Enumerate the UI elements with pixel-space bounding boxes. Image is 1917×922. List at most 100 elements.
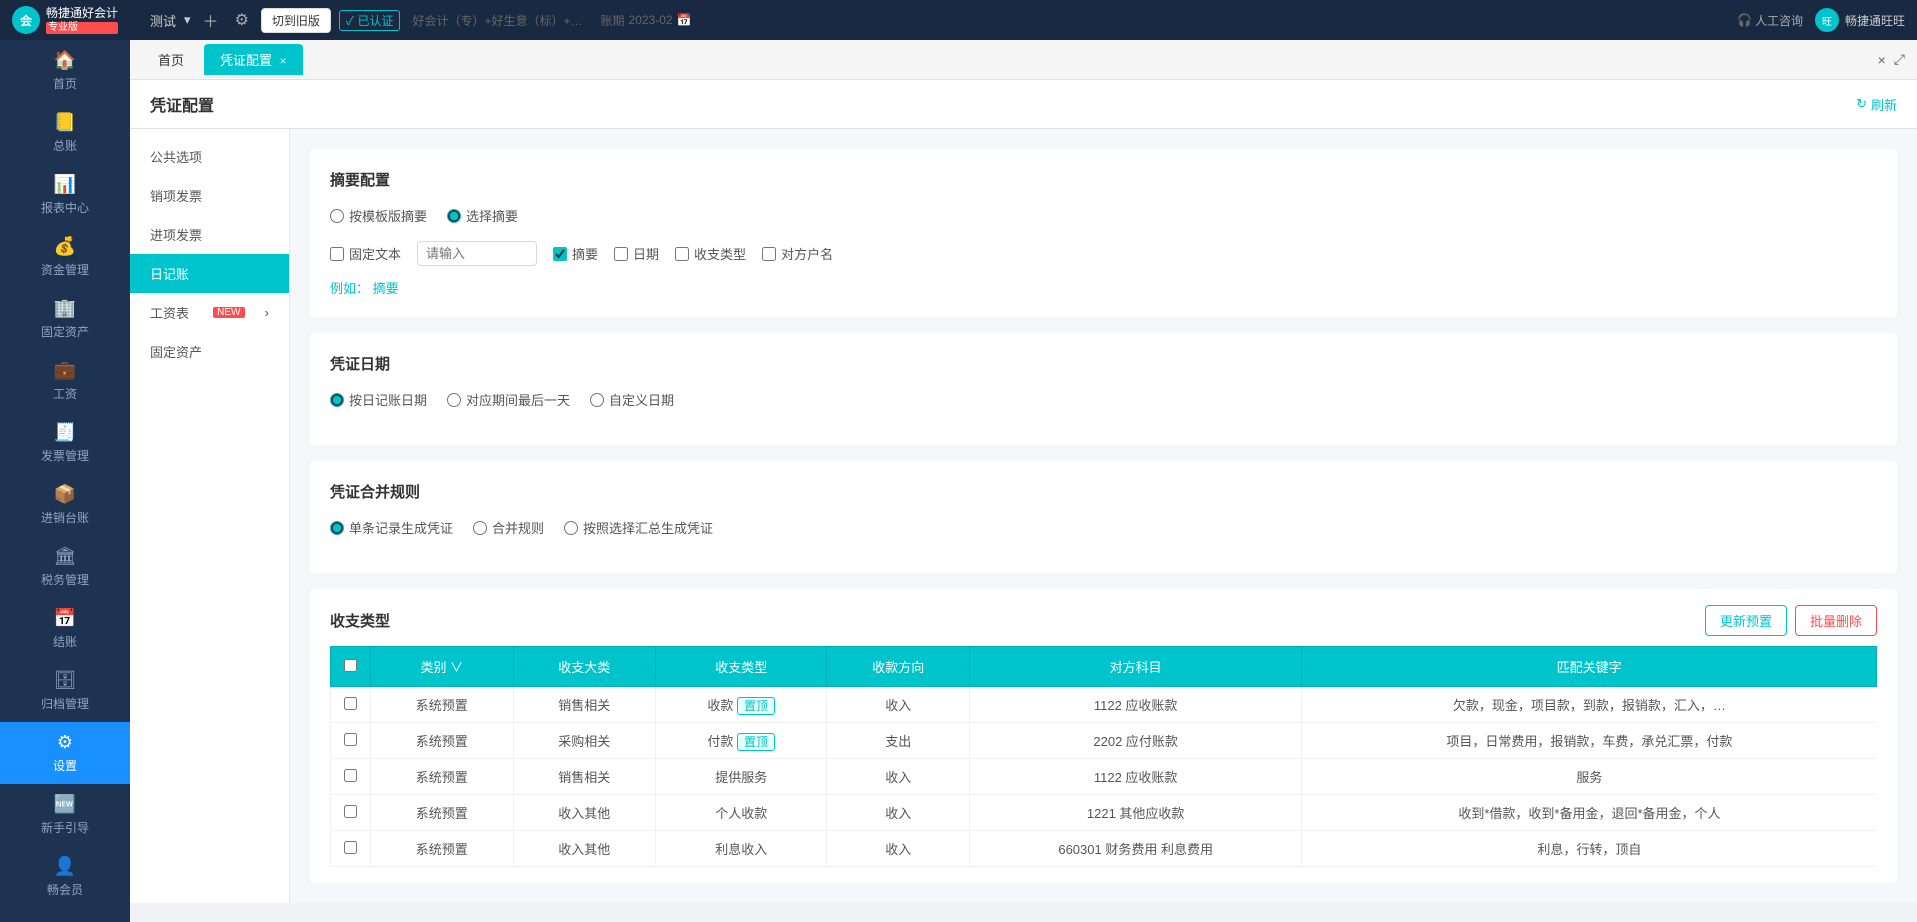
left-nav-public[interactable]: 公共选项 (130, 137, 289, 176)
sidebar-item-home[interactable]: 🏠 首页 (0, 40, 130, 102)
home-icon: 🏠 (54, 50, 76, 71)
radio-select-label[interactable]: 选择摘要 (447, 206, 518, 225)
row-checkbox[interactable] (344, 733, 357, 746)
row-checkbox[interactable] (344, 805, 357, 818)
income-expense-table: 类别 ∨ 收支大类 收支类型 收款方向 对方科目 匹配关键字 (330, 646, 1877, 867)
batch-delete-button[interactable]: 批量删除 (1795, 605, 1877, 636)
assets-icon: 🏢 (54, 298, 76, 319)
table-row: 系统预置 采购相关 付款 置顶 支出 2202 应付账款 项目，日常费用，报销款… (331, 723, 1877, 759)
left-nav-fixed-assets[interactable]: 固定资产 (130, 332, 289, 371)
radio-select[interactable] (447, 209, 461, 223)
row-direction: 收入 (827, 759, 970, 795)
radio-summary-label[interactable]: 按照选择汇总生成凭证 (564, 518, 713, 537)
row-account: 1221 其他应收款 (969, 795, 1301, 831)
pin-tag[interactable]: 置顶 (737, 733, 775, 751)
checkbox-counterparty[interactable] (762, 247, 776, 261)
tab-close-icon[interactable]: × (280, 54, 287, 68)
header-checkbox-col (331, 647, 371, 687)
sidebar-item-funds[interactable]: 💰 资金管理 (0, 226, 130, 288)
sidebar-item-tax[interactable]: 🏛 税务管理 (0, 536, 130, 598)
checkbox-date[interactable] (614, 247, 628, 261)
checkbox-fixed-label[interactable]: 固定文本 (330, 244, 401, 263)
checkbox-date-label[interactable]: 日期 (614, 244, 659, 263)
add-button[interactable]: ＋ (199, 6, 223, 34)
table-row: 系统预置 收入其他 个人收款 收入 1221 其他应收款 收到*借款，收到*备用… (331, 795, 1877, 831)
radio-custom-date[interactable] (590, 393, 604, 407)
user-info[interactable]: 旺 畅捷通旺旺 (1815, 8, 1905, 32)
calendar-icon[interactable]: 📅 (677, 13, 692, 27)
radio-template-label[interactable]: 按模板版摘要 (330, 206, 427, 225)
row-type: 收款 置顶 (656, 687, 827, 723)
sidebar-item-guide[interactable]: 🆕 新手引导 (0, 784, 130, 846)
table-row: 系统预置 销售相关 收款 置顶 收入 1122 应收账款 欠款，现金，项目款，到… (331, 687, 1877, 723)
sidebar-label-home: 首页 (53, 75, 77, 92)
row-direction: 收入 (827, 687, 970, 723)
radio-custom-date-label[interactable]: 自定义日期 (590, 390, 674, 409)
row-checkbox[interactable] (344, 769, 357, 782)
radio-single-label[interactable]: 单条记录生成凭证 (330, 518, 453, 537)
tab-voucher-config[interactable]: 凭证配置 × (204, 44, 303, 75)
sidebar-item-ledger[interactable]: 📒 总账 (0, 102, 130, 164)
sidebar-label-settings: 设置 (53, 757, 77, 774)
row-keywords: 利息，行转，顶自 (1302, 831, 1877, 867)
row-category: 系统预置 (371, 687, 514, 723)
row-checkbox[interactable] (344, 841, 357, 854)
window-maximize-button[interactable]: ⤢ (1894, 51, 1905, 68)
update-preset-button[interactable]: 更新预置 (1705, 605, 1787, 636)
tab-home[interactable]: 首页 (142, 44, 200, 75)
select-all-checkbox[interactable] (344, 659, 357, 672)
sidebar-item-purchase[interactable]: 📦 进销台账 (0, 474, 130, 536)
summary-config-section: 摘要配置 按模板版摘要 选择摘要 (310, 149, 1897, 317)
row-category: 系统预置 (371, 795, 514, 831)
checkbox-summary-label[interactable]: 摘要 (553, 244, 598, 263)
checkbox-summary[interactable] (553, 247, 567, 261)
checkbox-fixed[interactable] (330, 247, 344, 261)
radio-merge[interactable] (473, 521, 487, 535)
fixed-text-input[interactable] (417, 241, 537, 266)
sidebar-item-archive[interactable]: 🗄 归档管理 (0, 660, 130, 722)
sidebar-item-close[interactable]: 📅 结账 (0, 598, 130, 660)
left-nav-journal[interactable]: 日记账 (130, 254, 289, 293)
archive-icon: 🗄 (54, 670, 77, 691)
sidebar-item-reports[interactable]: 📊 报表中心 (0, 164, 130, 226)
sidebar-item-member[interactable]: 👤 畅会员 (0, 846, 130, 908)
sidebar-item-settings[interactable]: ⚙ 设置 (0, 722, 130, 784)
service-button[interactable]: 🎧 人工咨询 (1737, 12, 1803, 29)
row-keywords: 项目，日常费用，报销款，车费，承兑汇票，付款 (1302, 723, 1877, 759)
header-category[interactable]: 类别 ∨ (371, 647, 514, 687)
close-period-icon: 📅 (54, 608, 76, 629)
checkbox-type[interactable] (675, 247, 689, 261)
refresh-button[interactable]: ↻ 刷新 (1856, 95, 1897, 114)
radio-single[interactable] (330, 521, 344, 535)
row-checkbox-cell (331, 795, 371, 831)
row-checkbox[interactable] (344, 697, 357, 710)
pin-tag[interactable]: 置顶 (737, 697, 775, 715)
header-direction: 收款方向 (827, 647, 970, 687)
radio-template[interactable] (330, 209, 344, 223)
merge-rules-title: 凭证合并规则 (330, 481, 1877, 502)
row-type: 提供服务 (656, 759, 827, 795)
dropdown-arrow-icon[interactable]: ▾ (184, 12, 191, 28)
radio-merge-label[interactable]: 合并规则 (473, 518, 544, 537)
radio-last-day-label[interactable]: 对应期间最后一天 (447, 390, 570, 409)
ledger-icon: 📒 (54, 112, 76, 133)
left-nav-sales-invoice[interactable]: 销项发票 (130, 176, 289, 215)
checkbox-counterparty-label[interactable]: 对方户名 (762, 244, 833, 263)
sidebar-item-salary[interactable]: 💼 工资 (0, 350, 130, 412)
radio-journal-date-label[interactable]: 按日记账日期 (330, 390, 427, 409)
window-close-button[interactable]: × (1878, 51, 1886, 68)
left-nav-purchase-invoice[interactable]: 进项发票 (130, 215, 289, 254)
radio-summary[interactable] (564, 521, 578, 535)
sidebar-item-assets[interactable]: 🏢 固定资产 (0, 288, 130, 350)
settings-gear-icon[interactable]: ⚙ (231, 8, 253, 32)
member-icon: 👤 (54, 856, 76, 877)
top-bar-right: 🎧 人工咨询 旺 畅捷通旺旺 (1737, 8, 1905, 32)
new-badge: NEW (213, 307, 244, 318)
checkbox-type-label[interactable]: 收支类型 (675, 244, 746, 263)
switch-old-version-button[interactable]: 切到旧版 (261, 8, 331, 33)
radio-journal-date[interactable] (330, 393, 344, 407)
settings-icon: ⚙ (57, 732, 73, 753)
sidebar-item-invoice[interactable]: 🧾 发票管理 (0, 412, 130, 474)
left-nav-payroll[interactable]: 工资表 NEW › (130, 293, 289, 332)
radio-last-day[interactable] (447, 393, 461, 407)
